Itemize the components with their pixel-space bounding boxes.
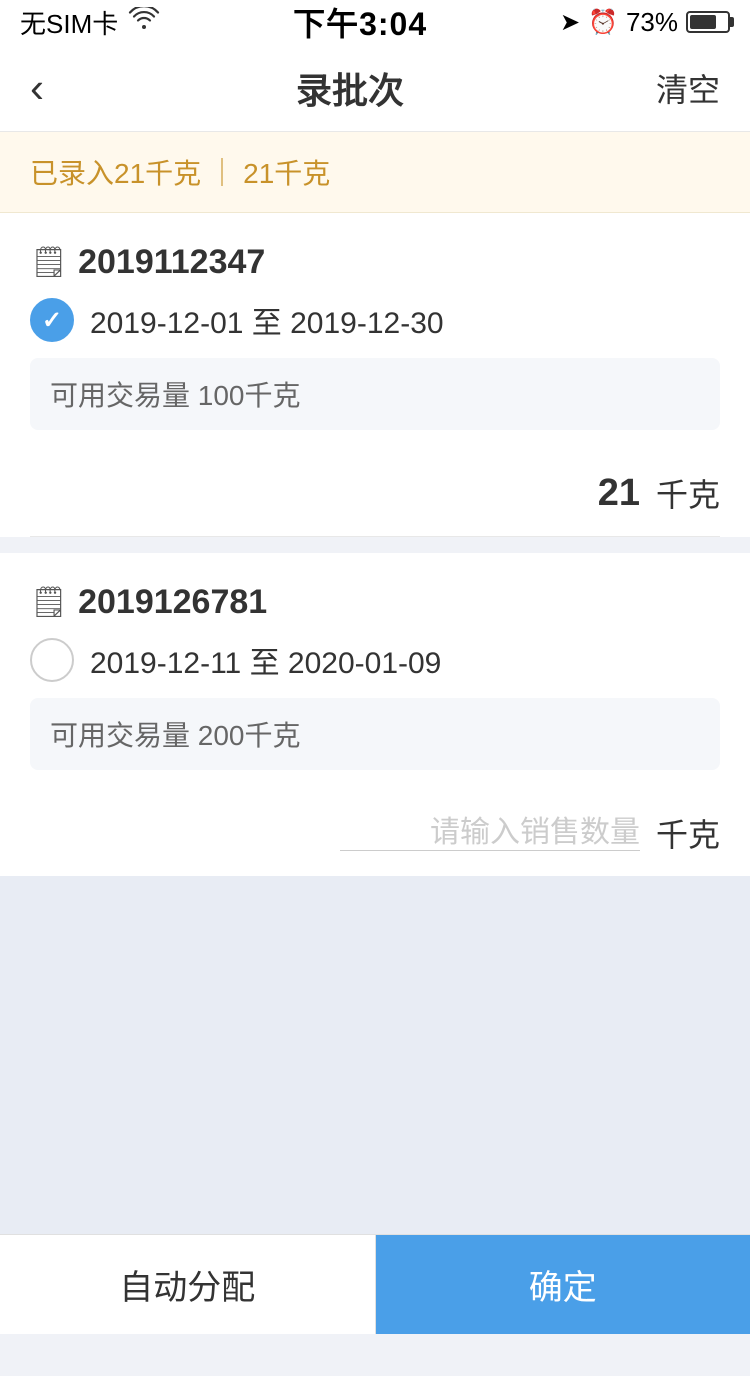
nav-bar: ‹ 录批次 清空 [0, 44, 750, 132]
main-content: 已录入21千克 21千克 🗒 2019112347 ✓ 2019-12-01 至… [0, 132, 750, 1376]
batch-item-2: 🗒 2019126781 2019-12-11 至 2020-01-09 可用交… [0, 553, 750, 876]
carrier-text: 无SIM卡 [20, 4, 118, 41]
batch-2-date: 2019-12-11 至 2020-01-09 [90, 638, 441, 682]
empty-area [0, 876, 750, 1276]
batch-1-header: 🗒 2019112347 [30, 243, 720, 282]
batch-2-icon: 🗒 [30, 585, 68, 620]
confirm-button[interactable]: 确定 [376, 1235, 750, 1334]
batch-item-1: 🗒 2019112347 ✓ 2019-12-01 至 2019-12-30 可… [0, 213, 750, 537]
batch-2-id: 2019126781 [78, 583, 267, 622]
batch-2-quantity-row: 千克 [30, 790, 720, 876]
status-left: 无SIM卡 [20, 4, 160, 41]
status-bar: 无SIM卡 下午3:04 ➤ ⏰ 73% [0, 0, 750, 44]
batch-2-radio[interactable] [30, 638, 74, 682]
status-right: ➤ ⏰ 73% [560, 7, 730, 38]
alarm-icon: ⏰ [588, 8, 618, 37]
batch-1-quantity-row: 千克 [30, 450, 720, 537]
batch-2-quantity-input[interactable] [340, 816, 640, 851]
total-amount: 21千克 [243, 152, 330, 192]
batch-1-id: 2019112347 [78, 243, 265, 282]
recorded-amount: 已录入21千克 [30, 152, 201, 192]
info-divider [221, 158, 223, 186]
batch-1-radio[interactable]: ✓ [30, 298, 74, 342]
status-time: 下午3:04 [293, 0, 427, 45]
battery-percent: 73% [626, 7, 678, 38]
page-title: 录批次 [296, 62, 404, 114]
batch-1-unit: 千克 [656, 470, 720, 516]
bottom-bar: 自动分配 确定 [0, 1234, 750, 1334]
back-button[interactable]: ‹ [30, 67, 44, 109]
location-icon: ➤ [560, 8, 580, 37]
batch-2-unit: 千克 [656, 810, 720, 856]
clear-button[interactable]: 清空 [656, 65, 720, 111]
batch-1-date-row: ✓ 2019-12-01 至 2019-12-30 [30, 298, 720, 342]
item-divider-1 [0, 537, 750, 553]
batch-1-quantity-input[interactable] [520, 472, 640, 515]
check-icon: ✓ [42, 306, 62, 335]
batch-2-header: 🗒 2019126781 [30, 583, 720, 622]
batch-1-availability: 可用交易量 100千克 [30, 358, 720, 430]
wifi-icon [128, 6, 160, 38]
batch-2-availability: 可用交易量 200千克 [30, 698, 720, 770]
info-banner: 已录入21千克 21千克 [0, 132, 750, 213]
batch-2-date-row: 2019-12-11 至 2020-01-09 [30, 638, 720, 682]
battery-icon [686, 11, 730, 33]
batch-1-icon: 🗒 [30, 245, 68, 280]
batch-1-date: 2019-12-01 至 2019-12-30 [90, 298, 444, 342]
auto-distribute-button[interactable]: 自动分配 [0, 1235, 376, 1334]
